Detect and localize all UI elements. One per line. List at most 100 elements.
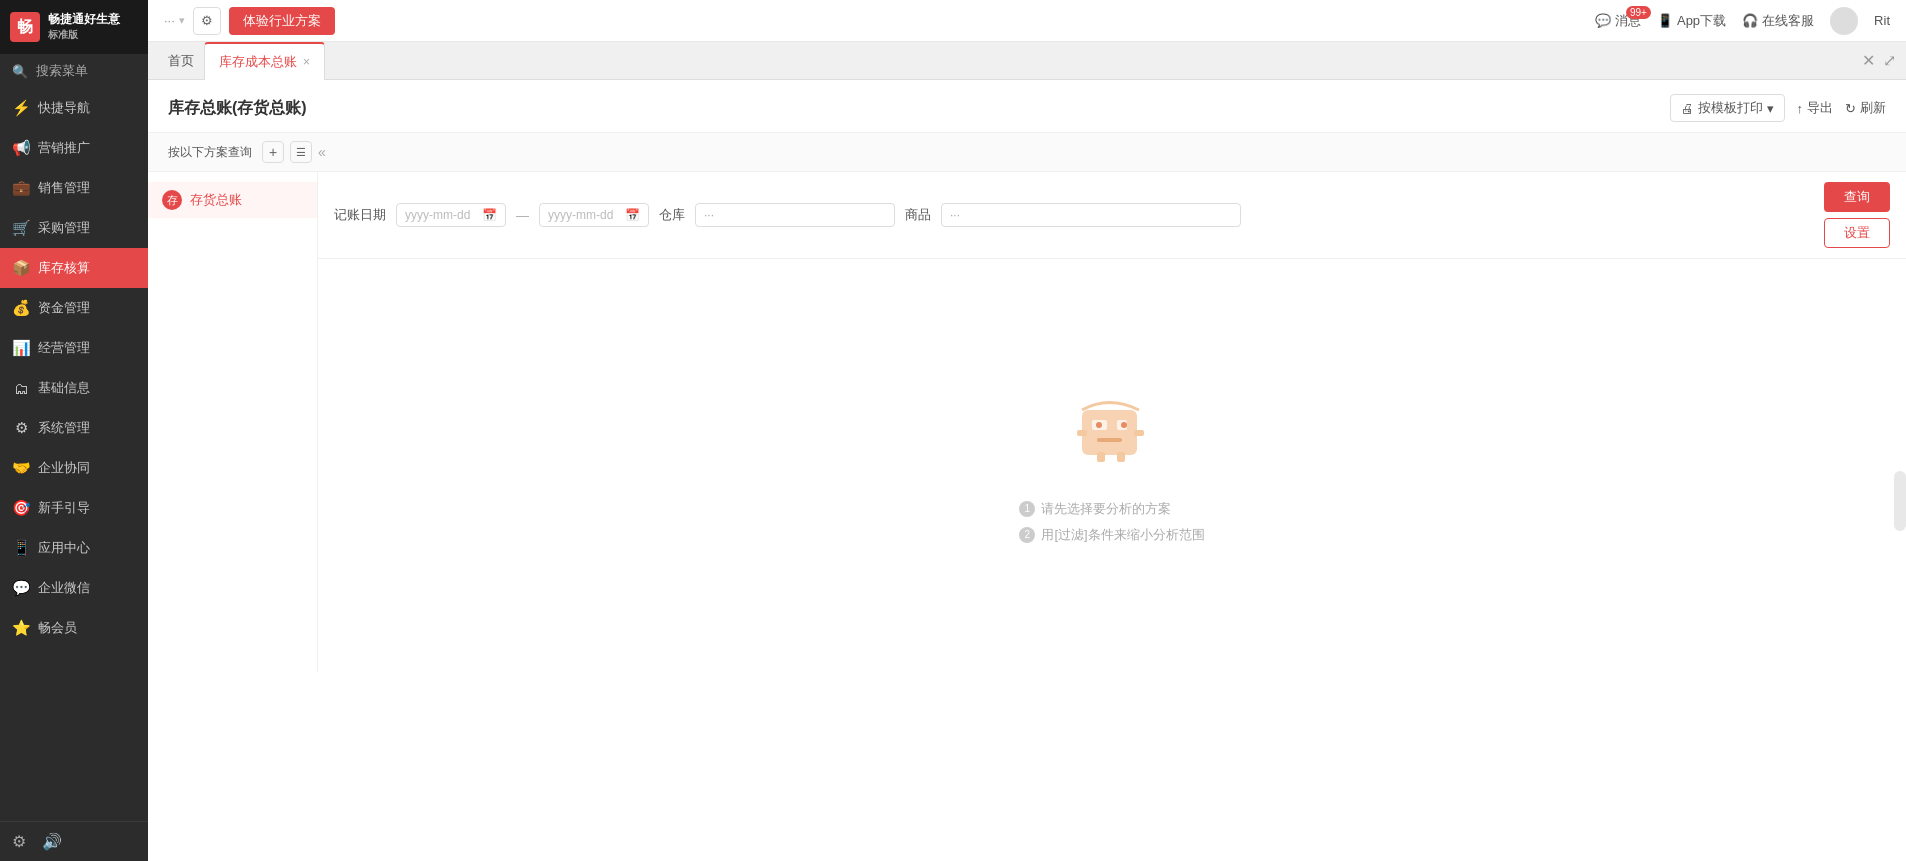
sidebar-item-guide[interactable]: 🎯 新手引导 [0,488,148,528]
username[interactable]: Rit [1874,13,1890,28]
scheme-item-inventory[interactable]: 存 存货总账 [148,182,317,218]
operations-icon: 📊 [12,339,30,357]
scheme-item-label: 存货总账 [190,191,242,209]
topbar: ··· ▾ ⚙ 体验行业方案 💬 消息 99+ 📱 App下载 🎧 在线客服 [148,0,1906,42]
audio-icon[interactable]: 🔊 [42,832,62,851]
date-start-input[interactable]: yyyy-mm-dd 📅 [396,203,506,227]
product-label: 商品 [905,206,931,224]
print-button[interactable]: 🖨 按模板打印 ▾ [1670,94,1785,122]
message-btn[interactable]: 💬 消息 99+ [1595,12,1641,30]
sidebar-item-label: 应用中心 [38,539,90,557]
tab-inventory-ledger[interactable]: 库存成本总账 × [204,42,325,80]
sidebar-item-wechat[interactable]: 💬 企业微信 [0,568,148,608]
sales-icon: 💼 [12,179,30,197]
sidebar-item-purchase[interactable]: 🛒 采购管理 [0,208,148,248]
headset-icon: 🎧 [1742,13,1758,28]
sidebar-item-inventory[interactable]: 📦 库存核算 [0,248,148,288]
date-separator: — [516,208,529,223]
sidebar-item-shortcut[interactable]: ⚡ 快捷导航 [0,88,148,128]
tab-bar: 首页 库存成本总账 × ✕ ⤢ [148,42,1906,80]
filter-collapse-button[interactable]: « [318,144,326,160]
app-download-btn[interactable]: 📱 App下载 [1657,12,1726,30]
wechat-icon: 💬 [12,579,30,597]
purchase-icon: 🛒 [12,219,30,237]
resize-icon[interactable]: ⤢ [1883,51,1896,70]
sidebar-item-cooperation[interactable]: 🤝 企业协同 [0,448,148,488]
tab-home[interactable]: 首页 [158,52,204,70]
sidebar-item-label: 资金管理 [38,299,90,317]
sidebar-item-label: 新手引导 [38,499,90,517]
breadcrumb: ··· ▾ [164,13,185,28]
inventory-icon: 📦 [12,259,30,277]
sidebar-item-label: 企业协同 [38,459,90,477]
svg-rect-0 [1082,410,1137,455]
breadcrumb-text: ··· [164,13,175,28]
tab-close-icon[interactable]: × [303,55,310,69]
export-button[interactable]: ↑ 导出 [1797,99,1834,117]
app-name: 畅捷通好生意 [48,12,120,28]
sidebar-item-label: 畅会员 [38,619,77,637]
sidebar-item-basic[interactable]: 🗂 基础信息 [0,368,148,408]
action-buttons: 查询 设置 [1824,182,1890,248]
cooperation-icon: 🤝 [12,459,30,477]
message-icon: 💬 [1595,13,1611,28]
gear-icon: ⚙ [201,13,213,28]
basic-icon: 🗂 [12,380,30,397]
query-button[interactable]: 查询 [1824,182,1890,212]
search-icon: 🔍 [12,64,28,79]
sidebar-item-marketing[interactable]: 📢 营销推广 [0,128,148,168]
filter-add-button[interactable]: + [262,141,284,163]
sidebar-item-app-center[interactable]: 📱 应用中心 [0,528,148,568]
vip-icon: ⭐ [12,619,30,637]
shortcut-icon: ⚡ [12,99,30,117]
marketing-icon: 📢 [12,139,30,157]
sidebar-item-vip[interactable]: ⭐ 畅会员 [0,608,148,648]
logo-icon: 畅 [10,12,40,42]
tip-item-1: 1 请先选择要分析的方案 [1019,500,1204,518]
scroll-indicator [1894,471,1906,531]
sidebar-item-label: 营销推广 [38,139,90,157]
sidebar-item-operations[interactable]: 📊 经营管理 [0,328,148,368]
date-end-input[interactable]: yyyy-mm-dd 📅 [539,203,649,227]
app-logo: 畅 畅捷通好生意 标准版 [0,0,148,54]
sidebar-item-label: 采购管理 [38,219,90,237]
message-badge: 99+ [1626,6,1651,19]
sidebar-item-system[interactable]: ⚙ 系统管理 [0,408,148,448]
tip-number-2: 2 [1019,527,1035,543]
svg-rect-7 [1117,452,1125,462]
filter-more-button[interactable]: ☰ [290,141,312,163]
settings-icon[interactable]: ⚙ [12,832,26,851]
svg-point-9 [1121,422,1127,428]
gear-button[interactable]: ⚙ [193,7,221,35]
close-icon[interactable]: ✕ [1862,51,1875,70]
svg-rect-5 [1134,430,1144,436]
date-label: 记账日期 [334,206,386,224]
content-body: 存 存货总账 记账日期 yyyy-mm-dd 📅 — yyyy-mm-dd [148,172,1906,672]
nav-menu: ⚡ 快捷导航 📢 营销推广 💼 销售管理 🛒 采购管理 📦 库存核算 💰 资金管… [0,88,148,821]
sidebar-item-label: 销售管理 [38,179,90,197]
sidebar-item-label: 库存核算 [38,259,90,277]
avatar [1830,7,1858,35]
warehouse-label: 仓库 [659,206,685,224]
chevron-down-icon: ▾ [179,14,185,27]
dots-icon: ··· [704,208,714,222]
warehouse-select[interactable]: ··· [695,203,895,227]
page-actions: 🖨 按模板打印 ▾ ↑ 导出 ↻ 刷新 [1670,94,1887,122]
settings-button[interactable]: 设置 [1824,218,1890,248]
search-menu[interactable]: 🔍 搜索菜单 [0,54,148,88]
sidebar-item-finance[interactable]: 💰 资金管理 [0,288,148,328]
print-expand-icon: ▾ [1767,101,1774,116]
dots-icon: ··· [950,208,960,222]
page-header: 库存总账(存货总账) 🖨 按模板打印 ▾ ↑ 导出 ↻ 刷新 [148,80,1906,133]
app-edition: 标准版 [48,28,120,42]
product-select[interactable]: ··· [941,203,1241,227]
sidebar-item-sales[interactable]: 💼 销售管理 [0,168,148,208]
guide-icon: 🎯 [12,499,30,517]
empty-illustration [1062,380,1162,480]
online-service-btn[interactable]: 🎧 在线客服 [1742,12,1814,30]
refresh-button[interactable]: ↻ 刷新 [1845,99,1886,117]
content-area: 库存总账(存货总账) 🖨 按模板打印 ▾ ↑ 导出 ↻ 刷新 按以下方案查询 [148,80,1906,861]
calendar-icon: 📅 [482,208,497,222]
tab-label: 库存成本总账 [219,53,297,71]
industry-btn[interactable]: 体验行业方案 [229,7,335,35]
